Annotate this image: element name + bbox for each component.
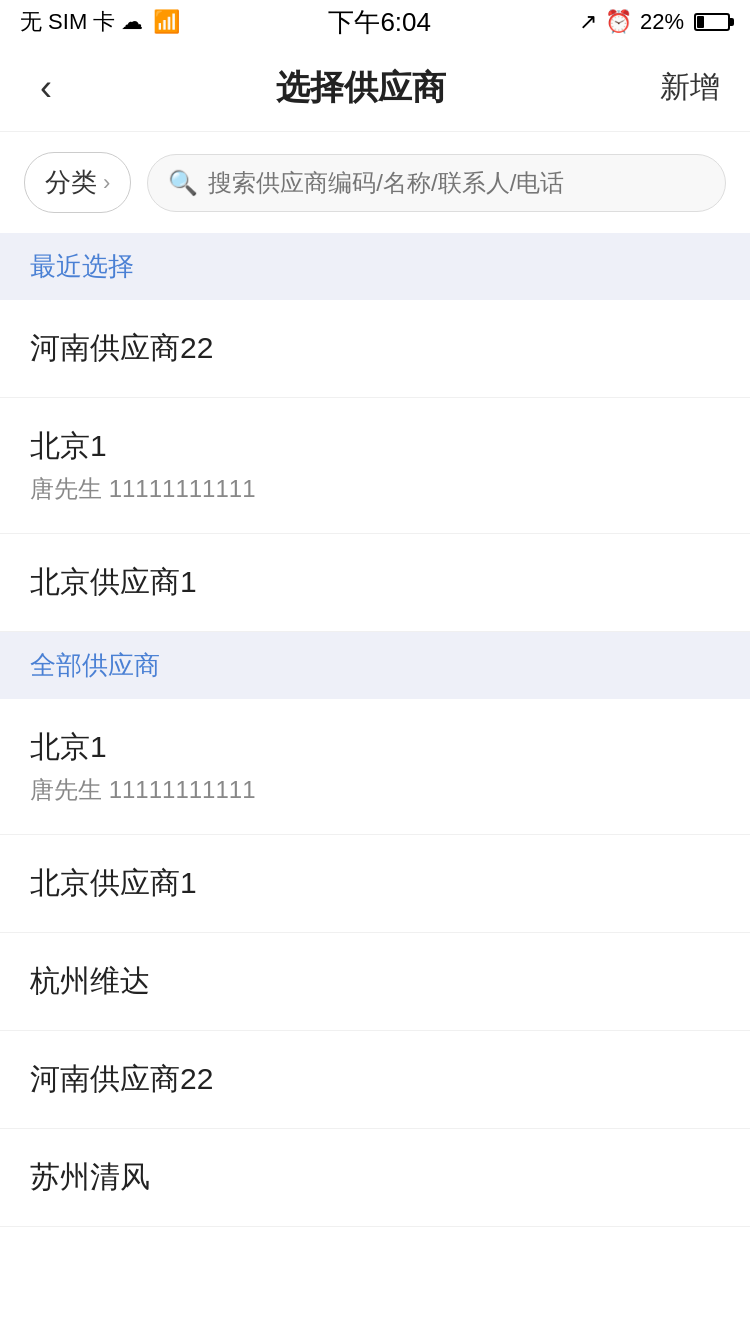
filter-bar: 分类 › 🔍 xyxy=(0,132,750,233)
search-input[interactable] xyxy=(208,169,705,197)
status-right: ↗ ⏰ 22% xyxy=(579,9,730,35)
list-item[interactable]: 河南供应商22 xyxy=(0,1031,750,1129)
status-left: 无 SIM 卡 ☁ 📶 xyxy=(20,7,180,37)
location-icon: ↗ xyxy=(579,9,597,35)
supplier-list: 最近选择河南供应商22 北京1 唐先生 11111111111 北京供应商1 全部供应商… xyxy=(0,233,750,1227)
section-header-text-recent: 最近选择 xyxy=(30,251,134,281)
page-title: 选择供应商 xyxy=(276,65,446,111)
status-time: 下午6:04 xyxy=(328,5,431,40)
alarm-icon: ⏰ xyxy=(605,9,632,35)
item-name: 北京供应商1 xyxy=(30,562,720,603)
item-name: 杭州维达 xyxy=(30,961,720,1002)
section-header-all: 全部供应商 xyxy=(0,632,750,699)
category-label: 分类 xyxy=(45,165,97,200)
sim-status: 无 SIM 卡 ☁ xyxy=(20,7,143,37)
list-item[interactable]: 北京供应商1 xyxy=(0,534,750,632)
wifi-icon: 📶 xyxy=(153,9,180,35)
section-header-recent: 最近选择 xyxy=(0,233,750,300)
chevron-right-icon: › xyxy=(103,170,110,196)
item-name: 北京供应商1 xyxy=(30,863,720,904)
item-name: 苏州清风 xyxy=(30,1157,720,1198)
battery-percent: 22% xyxy=(640,9,684,35)
list-item[interactable]: 北京1 唐先生 11111111111 xyxy=(0,699,750,835)
status-bar: 无 SIM 卡 ☁ 📶 下午6:04 ↗ ⏰ 22% xyxy=(0,0,750,44)
item-name: 河南供应商22 xyxy=(30,328,720,369)
nav-bar: ‹ 选择供应商 新增 xyxy=(0,44,750,132)
list-item[interactable]: 河南供应商22 xyxy=(0,300,750,398)
item-name: 北京1 xyxy=(30,426,720,467)
item-detail: 唐先生 11111111111 xyxy=(30,473,720,505)
item-detail: 唐先生 11111111111 xyxy=(30,774,720,806)
list-item[interactable]: 北京1 唐先生 11111111111 xyxy=(0,398,750,534)
list-item[interactable]: 苏州清风 xyxy=(0,1129,750,1227)
item-name: 北京1 xyxy=(30,727,720,768)
list-item[interactable]: 杭州维达 xyxy=(0,933,750,1031)
new-action-button[interactable]: 新增 xyxy=(660,67,720,108)
item-name: 河南供应商22 xyxy=(30,1059,720,1100)
category-button[interactable]: 分类 › xyxy=(24,152,131,213)
section-header-text-all: 全部供应商 xyxy=(30,650,160,680)
back-button[interactable]: ‹ xyxy=(30,57,62,119)
list-item[interactable]: 北京供应商1 xyxy=(0,835,750,933)
battery-icon xyxy=(694,13,730,31)
search-icon: 🔍 xyxy=(168,169,198,197)
search-box[interactable]: 🔍 xyxy=(147,154,726,212)
